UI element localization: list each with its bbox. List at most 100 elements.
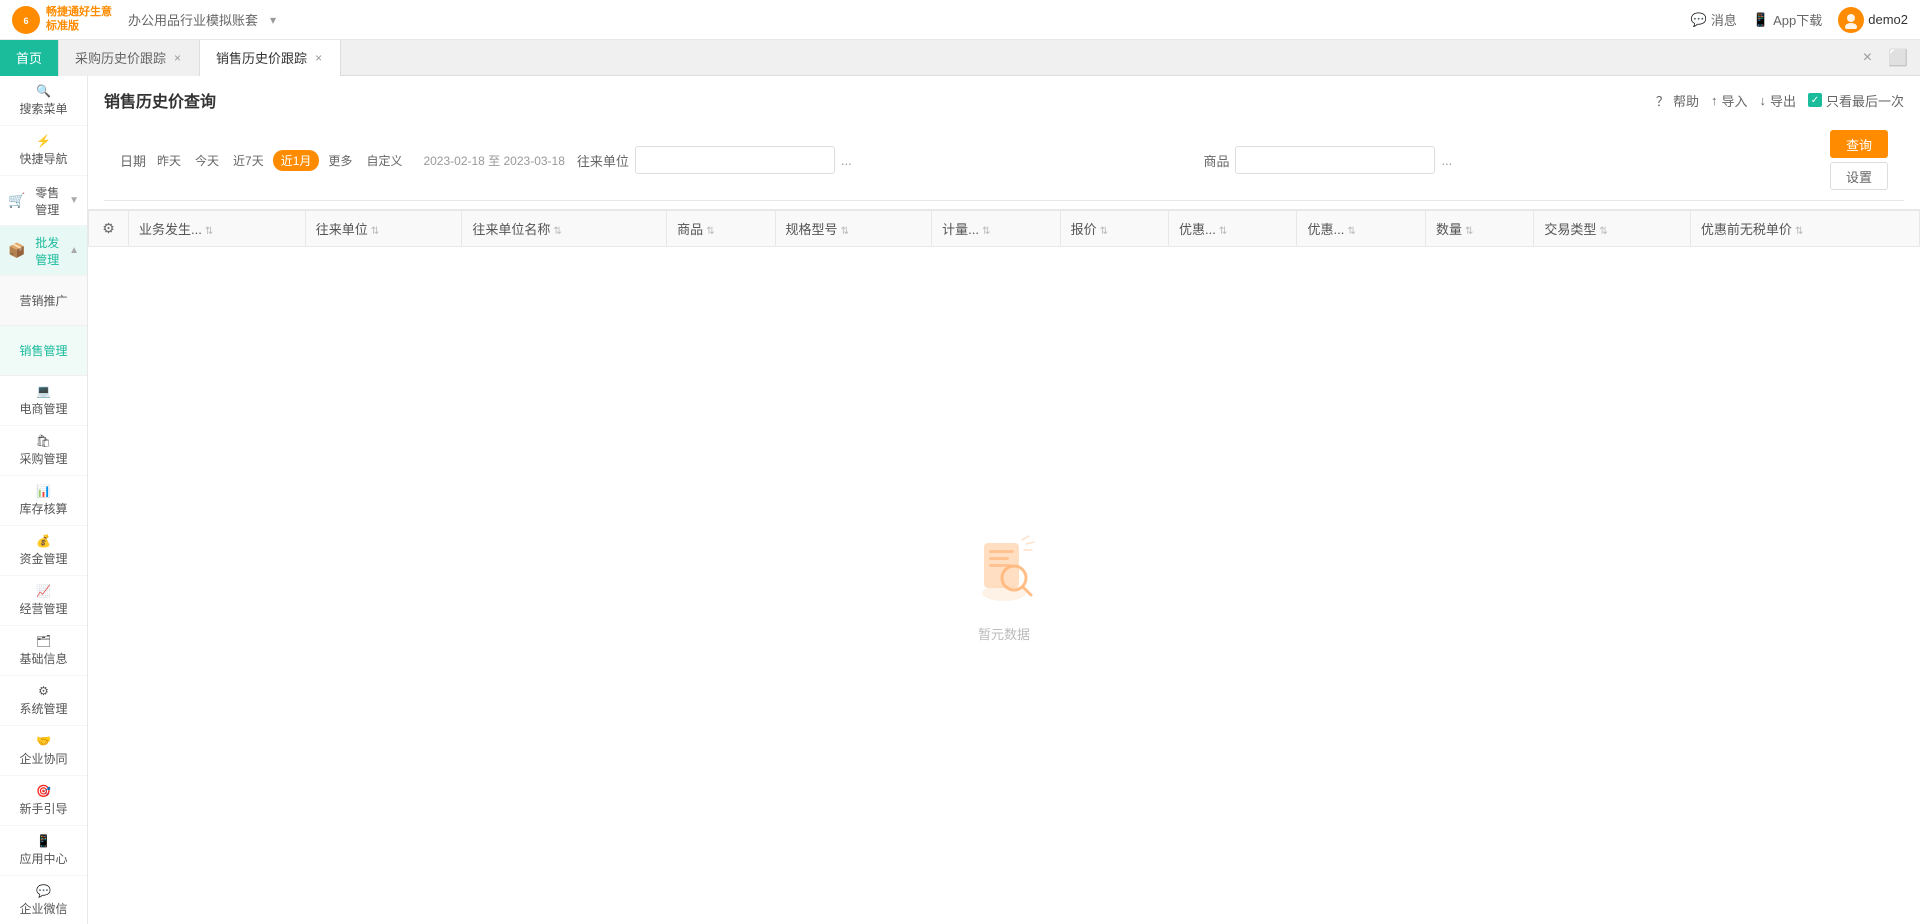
tab-purchase-close[interactable]: ×: [172, 51, 183, 65]
filter-row: 日期 昨天 今天 近7天 近1月 更多 自定义 2023-02-18 至 202…: [104, 122, 1904, 201]
export-btn[interactable]: ↓ 导出: [1759, 91, 1796, 110]
date-opt-last7[interactable]: 近7天: [228, 150, 269, 171]
sidebar-item-marketing[interactable]: 营销推广: [0, 276, 87, 326]
col-no-tax-price[interactable]: 优惠前无税单价⇅: [1690, 211, 1919, 247]
tab-expand-btn[interactable]: ⬜: [1884, 46, 1912, 70]
date-options: 昨天 今天 近7天 近1月 更多 自定义: [152, 150, 407, 171]
sidebar: 🔍 搜索菜单 ⚡ 快捷导航 🛒 零售管理 ▼ 📦 批发管理 ▲ 营销推广 销售管…: [0, 76, 88, 924]
sidebar-item-newbie[interactable]: 🎯 新手引导: [0, 776, 87, 826]
sort-unit-icon: ⇅: [982, 226, 990, 237]
col-discount1[interactable]: 优惠...⇅: [1169, 211, 1297, 247]
partner-input[interactable]: [635, 146, 835, 174]
help-icon: ？: [1656, 91, 1669, 110]
tab-purchase-label: 采购历史价跟踪: [75, 48, 166, 67]
query-actions: 查询 设置: [1830, 130, 1888, 190]
sidebar-item-wechat[interactable]: 💬 企业微信: [0, 876, 87, 924]
goods-input[interactable]: [1235, 146, 1435, 174]
goods-filter-group: 商品 ...: [1203, 146, 1818, 174]
sidebar-item-basic[interactable]: 🗂 基础信息: [0, 626, 87, 676]
tab-close-all-btn[interactable]: ×: [1859, 47, 1876, 69]
sidebar-item-retail[interactable]: 🛒 零售管理 ▼: [0, 176, 87, 226]
main-layout: 🔍 搜索菜单 ⚡ 快捷导航 🛒 零售管理 ▼ 📦 批发管理 ▲ 营销推广 销售管…: [0, 76, 1920, 924]
search-icon: 🔍: [36, 84, 51, 98]
date-opt-custom[interactable]: 自定义: [361, 150, 407, 171]
tab-home-label: 首页: [16, 48, 42, 67]
inventory-icon: 📊: [36, 484, 51, 498]
app-download-action[interactable]: 📱 App下载: [1753, 10, 1822, 29]
page-header-top: 销售历史价查询 ？ 帮助 ↑ 导入 ↓ 导出 ✓: [104, 88, 1904, 112]
sidebar-item-operations[interactable]: 📈 经营管理: [0, 576, 87, 626]
sort-spec-icon: ⇅: [841, 226, 849, 237]
retail-arrow-icon: ▼: [69, 195, 79, 206]
sort-goods-icon: ⇅: [706, 226, 714, 237]
help-btn[interactable]: ？ 帮助: [1656, 91, 1699, 110]
operations-icon: 📈: [36, 584, 51, 598]
page-header: 销售历史价查询 ？ 帮助 ↑ 导入 ↓ 导出 ✓: [88, 76, 1920, 210]
app-download-icon: 📱: [1753, 12, 1769, 28]
import-icon: ↑: [1711, 93, 1718, 108]
sidebar-item-finance[interactable]: 💰 资金管理: [0, 526, 87, 576]
date-opt-month1[interactable]: 近1月: [273, 150, 320, 171]
partner-filter-group: 往来单位 ...: [577, 146, 1192, 174]
settings-col-icon[interactable]: ⚙: [102, 220, 115, 236]
col-quote[interactable]: 报价⇅: [1060, 211, 1168, 247]
col-goods[interactable]: 商品⇅: [667, 211, 775, 247]
col-trade-type[interactable]: 交易类型⇅: [1534, 211, 1691, 247]
only-last-toggle[interactable]: ✓ 只看最后一次: [1808, 91, 1904, 110]
col-partner-code[interactable]: 往来单位⇅: [305, 211, 462, 247]
user-profile[interactable]: demo2: [1838, 7, 1908, 33]
tab-sales[interactable]: 销售历史价跟踪 ×: [200, 40, 341, 76]
sidebar-item-ecommerce[interactable]: 💻 电商管理: [0, 376, 87, 426]
sidebar-item-quick[interactable]: ⚡ 快捷导航: [0, 126, 87, 176]
date-opt-yesterday[interactable]: 昨天: [152, 150, 186, 171]
col-discount2[interactable]: 优惠...⇅: [1297, 211, 1425, 247]
finance-icon: 💰: [36, 534, 51, 548]
message-action[interactable]: 💬 消息: [1691, 10, 1737, 29]
date-opt-more[interactable]: 更多: [323, 150, 357, 171]
goods-dots[interactable]: ...: [1441, 153, 1452, 168]
sidebar-item-search[interactable]: 🔍 搜索菜单: [0, 76, 87, 126]
export-icon: ↓: [1759, 93, 1766, 108]
sort-qty-icon: ⇅: [1465, 226, 1473, 237]
partner-dots[interactable]: ...: [841, 153, 852, 168]
date-opt-today[interactable]: 今天: [190, 150, 224, 171]
col-biz-date[interactable]: 业务发生...⇅: [129, 211, 306, 247]
wholesale-icon: 📦: [8, 242, 25, 259]
col-qty[interactable]: 数量⇅: [1425, 211, 1533, 247]
purchase-icon: 🛍: [36, 434, 51, 448]
svg-text:6: 6: [23, 16, 28, 26]
top-header: 6 畅捷通好生意 标准版 办公用品行业模拟账套 ▾ 💬 消息 📱 App下载: [0, 0, 1920, 40]
dropdown-icon[interactable]: ▾: [270, 13, 276, 27]
goods-filter-label: 商品: [1203, 151, 1229, 170]
sort-discount1-icon: ⇅: [1219, 226, 1227, 237]
newbie-icon: 🎯: [36, 784, 51, 798]
import-btn[interactable]: ↑ 导入: [1711, 91, 1748, 110]
sidebar-item-inventory[interactable]: 📊 库存核算: [0, 476, 87, 526]
col-spec[interactable]: 规格型号⇅: [775, 211, 932, 247]
col-partner-name[interactable]: 往来单位名称⇅: [462, 211, 667, 247]
tab-home[interactable]: 首页: [0, 40, 59, 76]
sidebar-item-system[interactable]: ⚙ 系统管理: [0, 676, 87, 726]
sidebar-item-sales-mgmt[interactable]: 销售管理: [0, 326, 87, 376]
col-settings[interactable]: ⚙: [89, 211, 129, 247]
logo-area: 6 畅捷通好生意 标准版: [12, 6, 112, 34]
setting-btn[interactable]: 设置: [1830, 162, 1888, 190]
sidebar-item-enterprise[interactable]: 🤝 企业协同: [0, 726, 87, 776]
empty-icon: [964, 528, 1044, 608]
query-btn[interactable]: 查询: [1830, 130, 1888, 158]
header-right: 💬 消息 📱 App下载 demo2: [1691, 7, 1908, 33]
tab-sales-close[interactable]: ×: [313, 51, 324, 65]
sidebar-item-purchase[interactable]: 🛍 采购管理: [0, 426, 87, 476]
tab-purchase[interactable]: 采购历史价跟踪 ×: [59, 40, 200, 76]
checkbox-icon: ✓: [1808, 93, 1822, 107]
tab-bar-controls: × ⬜: [1859, 46, 1920, 70]
sidebar-item-appstore[interactable]: 📱 应用中心: [0, 826, 87, 876]
sidebar-item-wholesale[interactable]: 📦 批发管理 ▲: [0, 226, 87, 276]
table-container: ⚙ 业务发生...⇅ 往来单位⇅ 往来单位名称⇅ 商品⇅: [88, 210, 1920, 924]
partner-filter-label: 往来单位: [577, 151, 629, 170]
enterprise-icon: 🤝: [36, 734, 51, 748]
table-header-row: ⚙ 业务发生...⇅ 往来单位⇅ 往来单位名称⇅ 商品⇅: [89, 211, 1920, 247]
col-unit[interactable]: 计量...⇅: [932, 211, 1060, 247]
sort-quote-icon: ⇅: [1100, 226, 1108, 237]
wholesale-arrow-icon: ▲: [69, 245, 79, 256]
